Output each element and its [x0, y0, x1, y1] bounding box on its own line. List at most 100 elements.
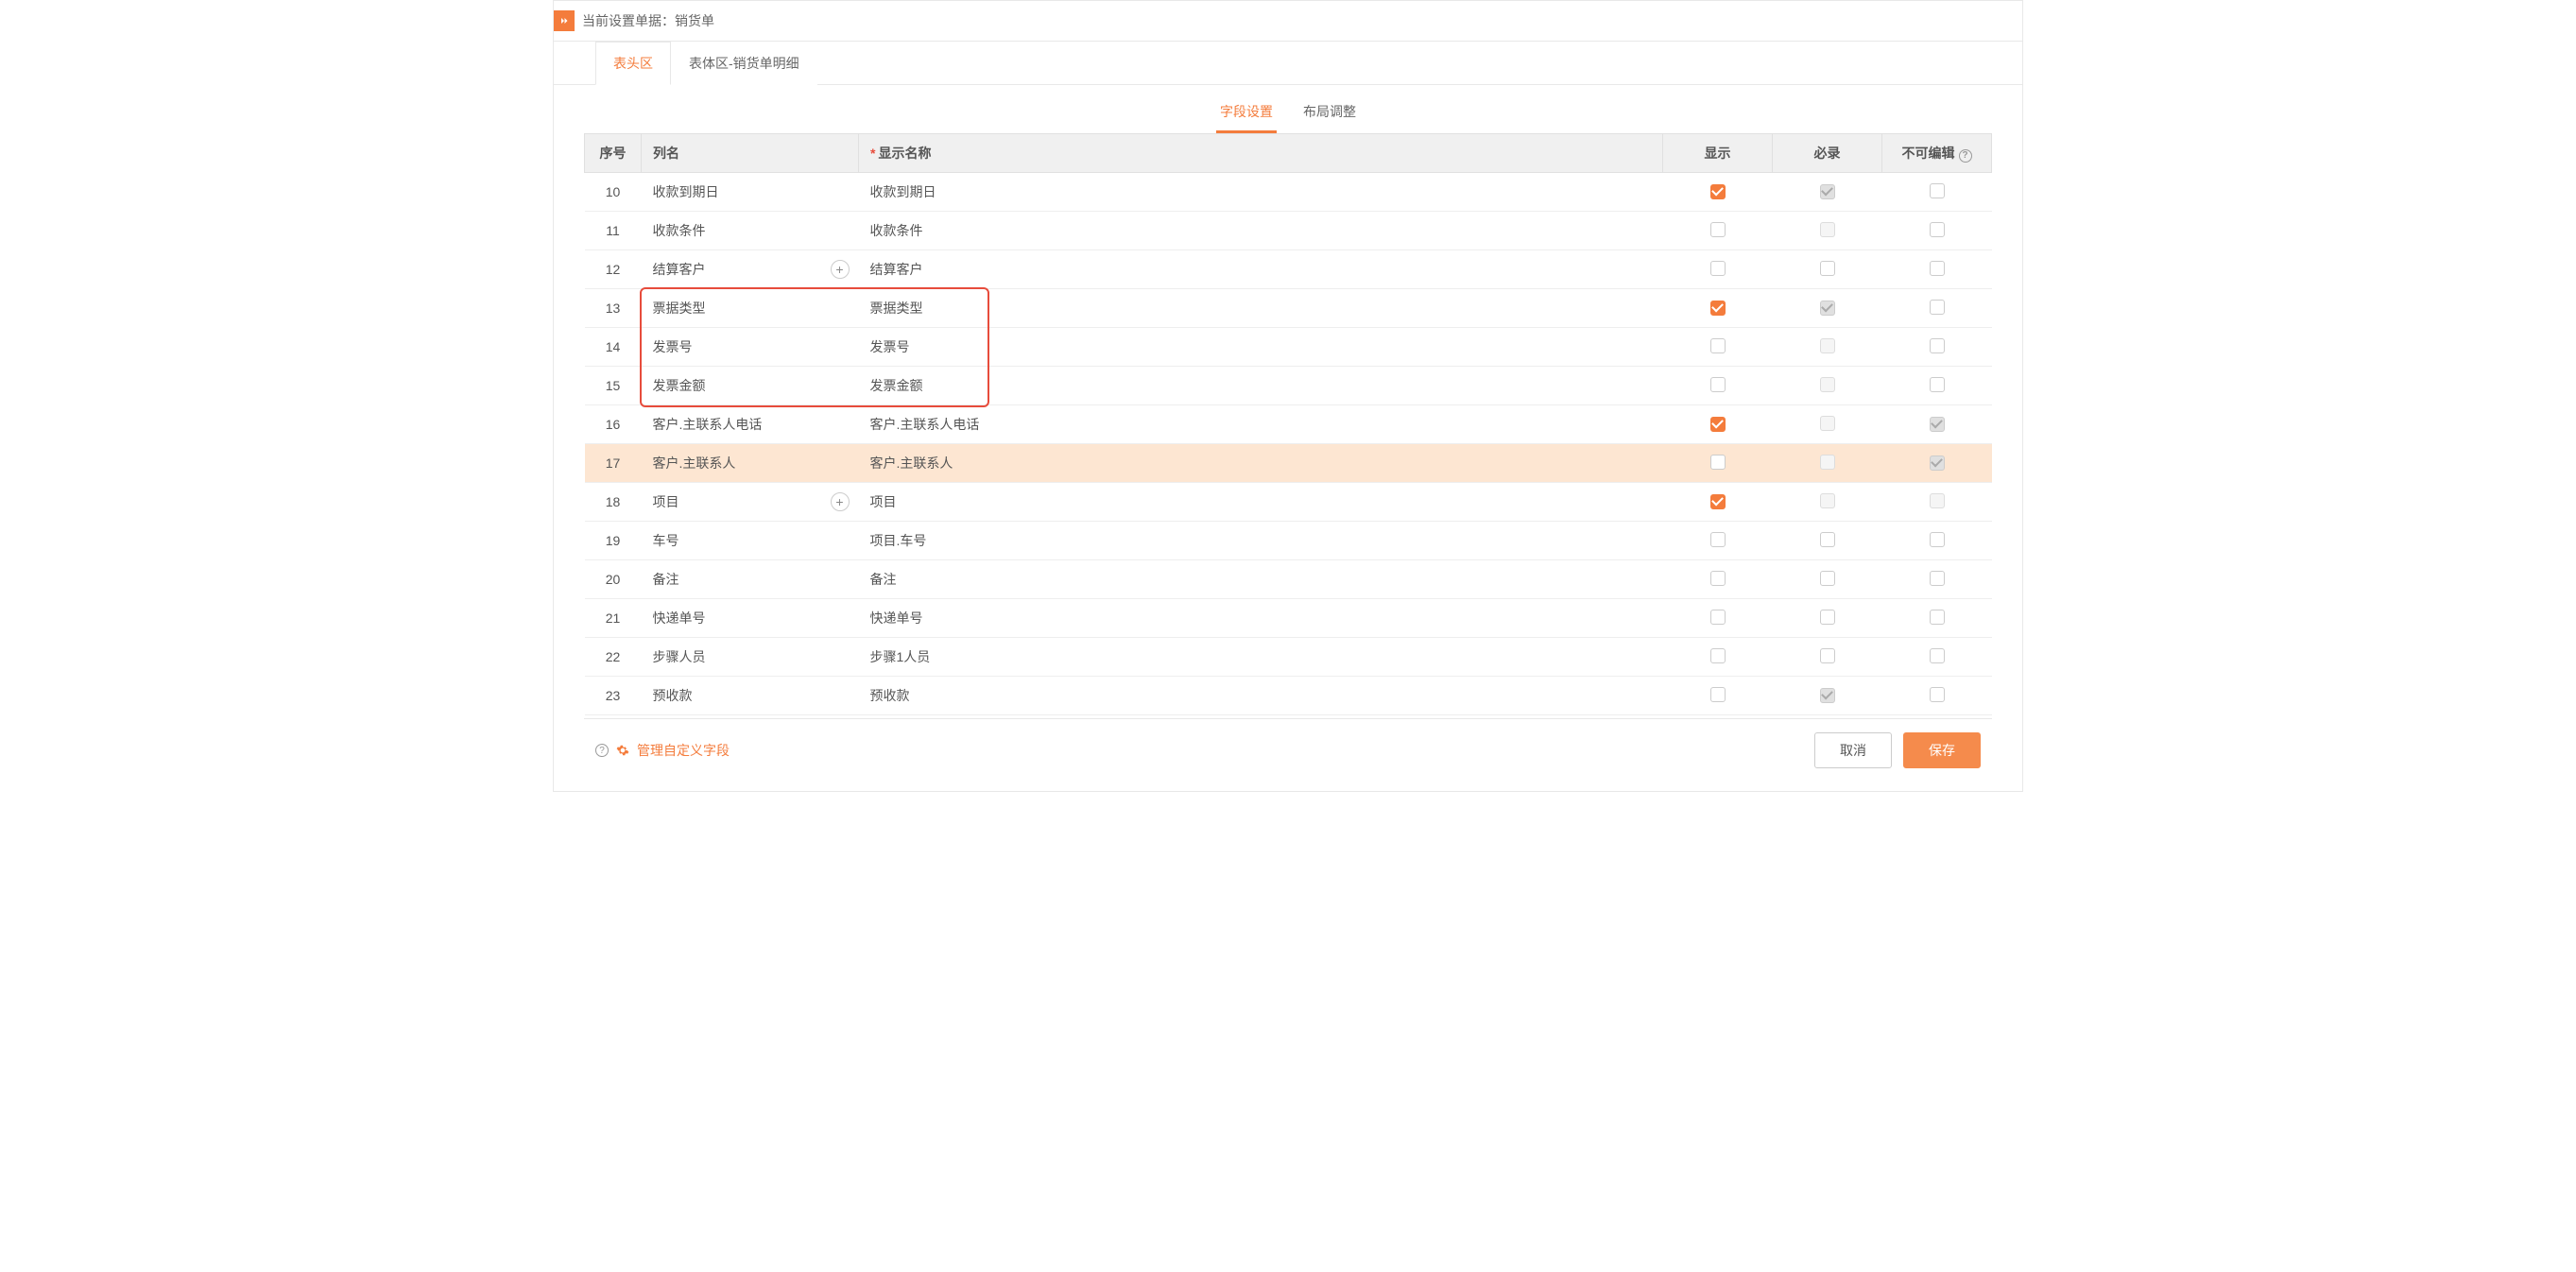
cell-seq: 13	[585, 289, 642, 328]
cell-show	[1663, 212, 1773, 250]
cell-display-name[interactable]: 项目	[859, 483, 1663, 522]
cell-seq: 17	[585, 444, 642, 483]
required-checkbox	[1820, 222, 1835, 237]
required-checkbox[interactable]	[1820, 532, 1835, 547]
readonly-checkbox[interactable]	[1930, 377, 1945, 392]
cell-readonly	[1882, 677, 1992, 715]
readonly-checkbox	[1930, 456, 1945, 471]
required-checkbox	[1820, 377, 1835, 392]
show-checkbox[interactable]	[1710, 301, 1726, 316]
cell-readonly	[1882, 483, 1992, 522]
cell-required	[1773, 328, 1882, 367]
add-sub-field-button[interactable]: +	[831, 260, 850, 279]
cell-show	[1663, 289, 1773, 328]
cell-required	[1773, 599, 1882, 638]
cell-display-name[interactable]: 客户.主联系人	[859, 444, 1663, 483]
cell-display-name[interactable]: 备注	[859, 560, 1663, 599]
cell-show	[1663, 483, 1773, 522]
col-display-header: *显示名称	[859, 134, 1663, 173]
cell-show	[1663, 405, 1773, 444]
table-row: 14 发票号 发票号	[585, 328, 1992, 367]
cell-show	[1663, 328, 1773, 367]
table-row: 13 票据类型 票据类型	[585, 289, 1992, 328]
readonly-checkbox[interactable]	[1930, 338, 1945, 353]
manage-custom-fields-link[interactable]: 管理自定义字段	[637, 741, 730, 760]
cell-show	[1663, 560, 1773, 599]
table-container: 序号 列名 *显示名称 显示 必录 不可编辑? 10 收款到期日 收款到期日 1…	[554, 133, 2022, 791]
show-checkbox[interactable]	[1710, 571, 1726, 586]
cell-name: 步骤人员	[642, 638, 859, 677]
required-checkbox[interactable]	[1820, 571, 1835, 586]
cell-required	[1773, 405, 1882, 444]
required-checkbox[interactable]	[1820, 610, 1835, 625]
show-checkbox[interactable]	[1710, 494, 1726, 509]
show-checkbox[interactable]	[1710, 184, 1726, 199]
cell-name: 发票号	[642, 328, 859, 367]
cell-readonly	[1882, 444, 1992, 483]
cell-display-name[interactable]: 发票号	[859, 328, 1663, 367]
readonly-checkbox[interactable]	[1930, 532, 1945, 547]
sub-tab-0[interactable]: 字段设置	[1216, 96, 1277, 133]
table-row: 22 步骤人员 步骤1人员	[585, 638, 1992, 677]
readonly-checkbox[interactable]	[1930, 222, 1945, 237]
cancel-button[interactable]: 取消	[1814, 732, 1892, 768]
cell-seq: 18	[585, 483, 642, 522]
save-button[interactable]: 保存	[1903, 732, 1981, 768]
readonly-checkbox[interactable]	[1930, 687, 1945, 702]
cell-display-name[interactable]: 快递单号	[859, 599, 1663, 638]
help-icon[interactable]: ?	[595, 744, 609, 757]
cell-display-name[interactable]: 票据类型	[859, 289, 1663, 328]
field-settings-table: 序号 列名 *显示名称 显示 必录 不可编辑? 10 收款到期日 收款到期日 1…	[584, 133, 1992, 715]
table-body: 10 收款到期日 收款到期日 11 收款条件 收款条件 12 结算客户+ 结算客…	[585, 173, 1992, 715]
readonly-checkbox[interactable]	[1930, 610, 1945, 625]
table-row: 21 快递单号 快递单号	[585, 599, 1992, 638]
readonly-checkbox[interactable]	[1930, 648, 1945, 663]
cell-display-name[interactable]: 发票金额	[859, 367, 1663, 405]
required-checkbox[interactable]	[1820, 648, 1835, 663]
add-sub-field-button[interactable]: +	[831, 492, 850, 511]
tab-1[interactable]: 表体区-销货单明细	[671, 42, 817, 85]
show-checkbox[interactable]	[1710, 338, 1726, 353]
cell-show	[1663, 599, 1773, 638]
readonly-checkbox[interactable]	[1930, 183, 1945, 198]
show-checkbox[interactable]	[1710, 687, 1726, 702]
cell-display-name[interactable]: 结算客户	[859, 250, 1663, 289]
help-icon[interactable]: ?	[1959, 149, 1972, 163]
show-checkbox[interactable]	[1710, 261, 1726, 276]
cell-display-name[interactable]: 客户.主联系人电话	[859, 405, 1663, 444]
cell-display-name[interactable]: 收款到期日	[859, 173, 1663, 212]
cell-required	[1773, 212, 1882, 250]
show-checkbox[interactable]	[1710, 222, 1726, 237]
cell-display-name[interactable]: 收款条件	[859, 212, 1663, 250]
required-checkbox	[1820, 338, 1835, 353]
readonly-checkbox[interactable]	[1930, 300, 1945, 315]
cell-required	[1773, 522, 1882, 560]
table-row: 12 结算客户+ 结算客户	[585, 250, 1992, 289]
expand-panel-button[interactable]	[554, 10, 575, 31]
cell-show	[1663, 444, 1773, 483]
cell-display-name[interactable]: 预收款	[859, 677, 1663, 715]
show-checkbox[interactable]	[1710, 417, 1726, 432]
show-checkbox[interactable]	[1710, 455, 1726, 470]
show-checkbox[interactable]	[1710, 532, 1726, 547]
tab-0[interactable]: 表头区	[595, 42, 671, 85]
cell-show	[1663, 677, 1773, 715]
cell-display-name[interactable]: 步骤1人员	[859, 638, 1663, 677]
cell-readonly	[1882, 560, 1992, 599]
cell-display-name[interactable]: 项目.车号	[859, 522, 1663, 560]
show-checkbox[interactable]	[1710, 648, 1726, 663]
table-row: 17 客户.主联系人 客户.主联系人	[585, 444, 1992, 483]
sub-tab-1[interactable]: 布局调整	[1299, 96, 1360, 133]
readonly-checkbox[interactable]	[1930, 261, 1945, 276]
cell-seq: 23	[585, 677, 642, 715]
show-checkbox[interactable]	[1710, 610, 1726, 625]
chevron-double-right-icon	[558, 15, 570, 26]
main-tabs: 表头区表体区-销货单明细	[554, 41, 2022, 85]
required-checkbox[interactable]	[1820, 261, 1835, 276]
table-row: 19 车号 项目.车号	[585, 522, 1992, 560]
show-checkbox[interactable]	[1710, 377, 1726, 392]
cell-readonly	[1882, 367, 1992, 405]
cell-name: 收款条件	[642, 212, 859, 250]
readonly-checkbox[interactable]	[1930, 571, 1945, 586]
col-readonly-header: 不可编辑?	[1882, 134, 1992, 173]
